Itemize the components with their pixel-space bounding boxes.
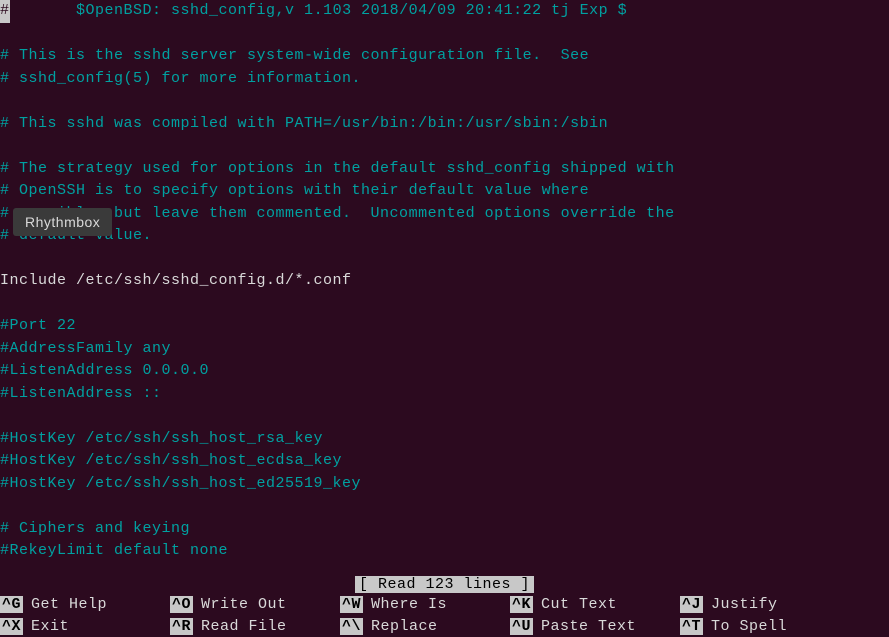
- line-text: # sshd_config(5) for more information.: [0, 70, 361, 87]
- line-text: [0, 25, 10, 42]
- line-text: #Port 22: [0, 317, 76, 334]
- line-text: #HostKey /etc/ssh/ssh_host_ecdsa_key: [0, 452, 342, 469]
- shortcut-key: ^U: [510, 618, 533, 635]
- shortcut-label: Get Help: [31, 596, 107, 613]
- shortcut-item[interactable]: ^\ Replace: [340, 618, 510, 635]
- editor-line[interactable]: #HostKey /etc/ssh/ssh_host_ecdsa_key: [0, 450, 889, 473]
- editor-line[interactable]: #HostKey /etc/ssh/ssh_host_ed25519_key: [0, 473, 889, 496]
- line-text: [0, 92, 10, 109]
- line-text: $OpenBSD: sshd_config,v 1.103 2018/04/09…: [10, 2, 628, 19]
- line-text: # This sshd was compiled with PATH=/usr/…: [0, 115, 608, 132]
- line-text: #HostKey /etc/ssh/ssh_host_rsa_key: [0, 430, 323, 447]
- shortcut-label: Write Out: [201, 596, 287, 613]
- shortcut-key: ^R: [170, 618, 193, 635]
- editor-line[interactable]: # Ciphers and keying: [0, 518, 889, 541]
- shortcut-row-2: ^X Exit ^R Read File ^\ Replace ^U Paste Text ^T…: [0, 615, 889, 637]
- shortcut-item[interactable]: ^J Justify: [680, 596, 850, 613]
- status-text: [ Read 123 lines ]: [355, 576, 534, 593]
- shortcut-item[interactable]: ^U Paste Text: [510, 618, 680, 635]
- editor-line[interactable]: # sshd_config(5) for more information.: [0, 68, 889, 91]
- editor-line[interactable]: #ListenAddress ::: [0, 383, 889, 406]
- shortcut-item[interactable]: ^R Read File: [170, 618, 340, 635]
- shortcut-bar: ^G Get Help ^O Write Out ^W Where Is ^K Cut Tex…: [0, 593, 889, 637]
- shortcut-label: Replace: [371, 618, 438, 635]
- shortcut-label: Exit: [31, 618, 69, 635]
- shortcut-key: ^T: [680, 618, 703, 635]
- editor-line[interactable]: # $OpenBSD: sshd_config,v 1.103 2018/04/…: [0, 0, 889, 23]
- editor-line[interactable]: [0, 293, 889, 316]
- shortcut-label: Where Is: [371, 596, 447, 613]
- shortcut-key: ^J: [680, 596, 703, 613]
- line-text: Include /etc/ssh/sshd_config.d/*.conf: [0, 272, 352, 289]
- cursor-highlight: #: [0, 0, 10, 23]
- editor-line[interactable]: [0, 248, 889, 271]
- shortcut-item[interactable]: ^X Exit: [0, 618, 170, 635]
- editor-line[interactable]: [0, 90, 889, 113]
- line-text: #HostKey /etc/ssh/ssh_host_ed25519_key: [0, 475, 361, 492]
- line-text: # The strategy used for options in the d…: [0, 160, 675, 177]
- editor-line[interactable]: #Port 22: [0, 315, 889, 338]
- editor-line[interactable]: [0, 405, 889, 428]
- line-text: #RekeyLimit default none: [0, 542, 228, 559]
- shortcut-item[interactable]: ^O Write Out: [170, 596, 340, 613]
- shortcut-row-1: ^G Get Help ^O Write Out ^W Where Is ^K Cut Tex…: [0, 593, 889, 615]
- editor-line[interactable]: # possible, but leave them commented. Un…: [0, 203, 889, 226]
- editor-line[interactable]: Include /etc/ssh/sshd_config.d/*.conf: [0, 270, 889, 293]
- shortcut-key: ^W: [340, 596, 363, 613]
- editor-line[interactable]: [0, 495, 889, 518]
- editor-line[interactable]: # The strategy used for options in the d…: [0, 158, 889, 181]
- line-text: #AddressFamily any: [0, 340, 171, 357]
- line-text: [0, 407, 10, 424]
- line-text: [0, 137, 10, 154]
- status-line: [ Read 123 lines ]: [0, 576, 889, 593]
- editor-line[interactable]: [0, 23, 889, 46]
- shortcut-item[interactable]: ^W Where Is: [340, 596, 510, 613]
- line-text: [0, 497, 10, 514]
- line-text: #ListenAddress 0.0.0.0: [0, 362, 209, 379]
- shortcut-label: Justify: [711, 596, 778, 613]
- editor-line[interactable]: # This is the sshd server system-wide co…: [0, 45, 889, 68]
- line-text: # OpenSSH is to specify options with the…: [0, 182, 589, 199]
- tooltip: Rhythmbox: [13, 208, 112, 236]
- shortcut-key: ^K: [510, 596, 533, 613]
- shortcut-item[interactable]: ^K Cut Text: [510, 596, 680, 613]
- line-text: # This is the sshd server system-wide co…: [0, 47, 589, 64]
- editor-line[interactable]: #RekeyLimit default none: [0, 540, 889, 563]
- shortcut-label: To Spell: [711, 618, 787, 635]
- line-text: [0, 295, 10, 312]
- editor-content[interactable]: # $OpenBSD: sshd_config,v 1.103 2018/04/…: [0, 0, 889, 563]
- editor-line[interactable]: # This sshd was compiled with PATH=/usr/…: [0, 113, 889, 136]
- editor-line[interactable]: #AddressFamily any: [0, 338, 889, 361]
- line-text: # Ciphers and keying: [0, 520, 190, 537]
- shortcut-key: ^G: [0, 596, 23, 613]
- editor-line[interactable]: # default value.: [0, 225, 889, 248]
- shortcut-label: Cut Text: [541, 596, 617, 613]
- editor-line[interactable]: [0, 135, 889, 158]
- shortcut-item[interactable]: ^G Get Help: [0, 596, 170, 613]
- shortcut-item[interactable]: ^T To Spell: [680, 618, 850, 635]
- shortcut-key: ^X: [0, 618, 23, 635]
- line-text: #ListenAddress ::: [0, 385, 162, 402]
- shortcut-label: Read File: [201, 618, 287, 635]
- editor-line[interactable]: # OpenSSH is to specify options with the…: [0, 180, 889, 203]
- editor-line[interactable]: #HostKey /etc/ssh/ssh_host_rsa_key: [0, 428, 889, 451]
- shortcut-key: ^\: [340, 618, 363, 635]
- shortcut-label: Paste Text: [541, 618, 636, 635]
- editor-line[interactable]: #ListenAddress 0.0.0.0: [0, 360, 889, 383]
- line-text: [0, 250, 10, 267]
- shortcut-key: ^O: [170, 596, 193, 613]
